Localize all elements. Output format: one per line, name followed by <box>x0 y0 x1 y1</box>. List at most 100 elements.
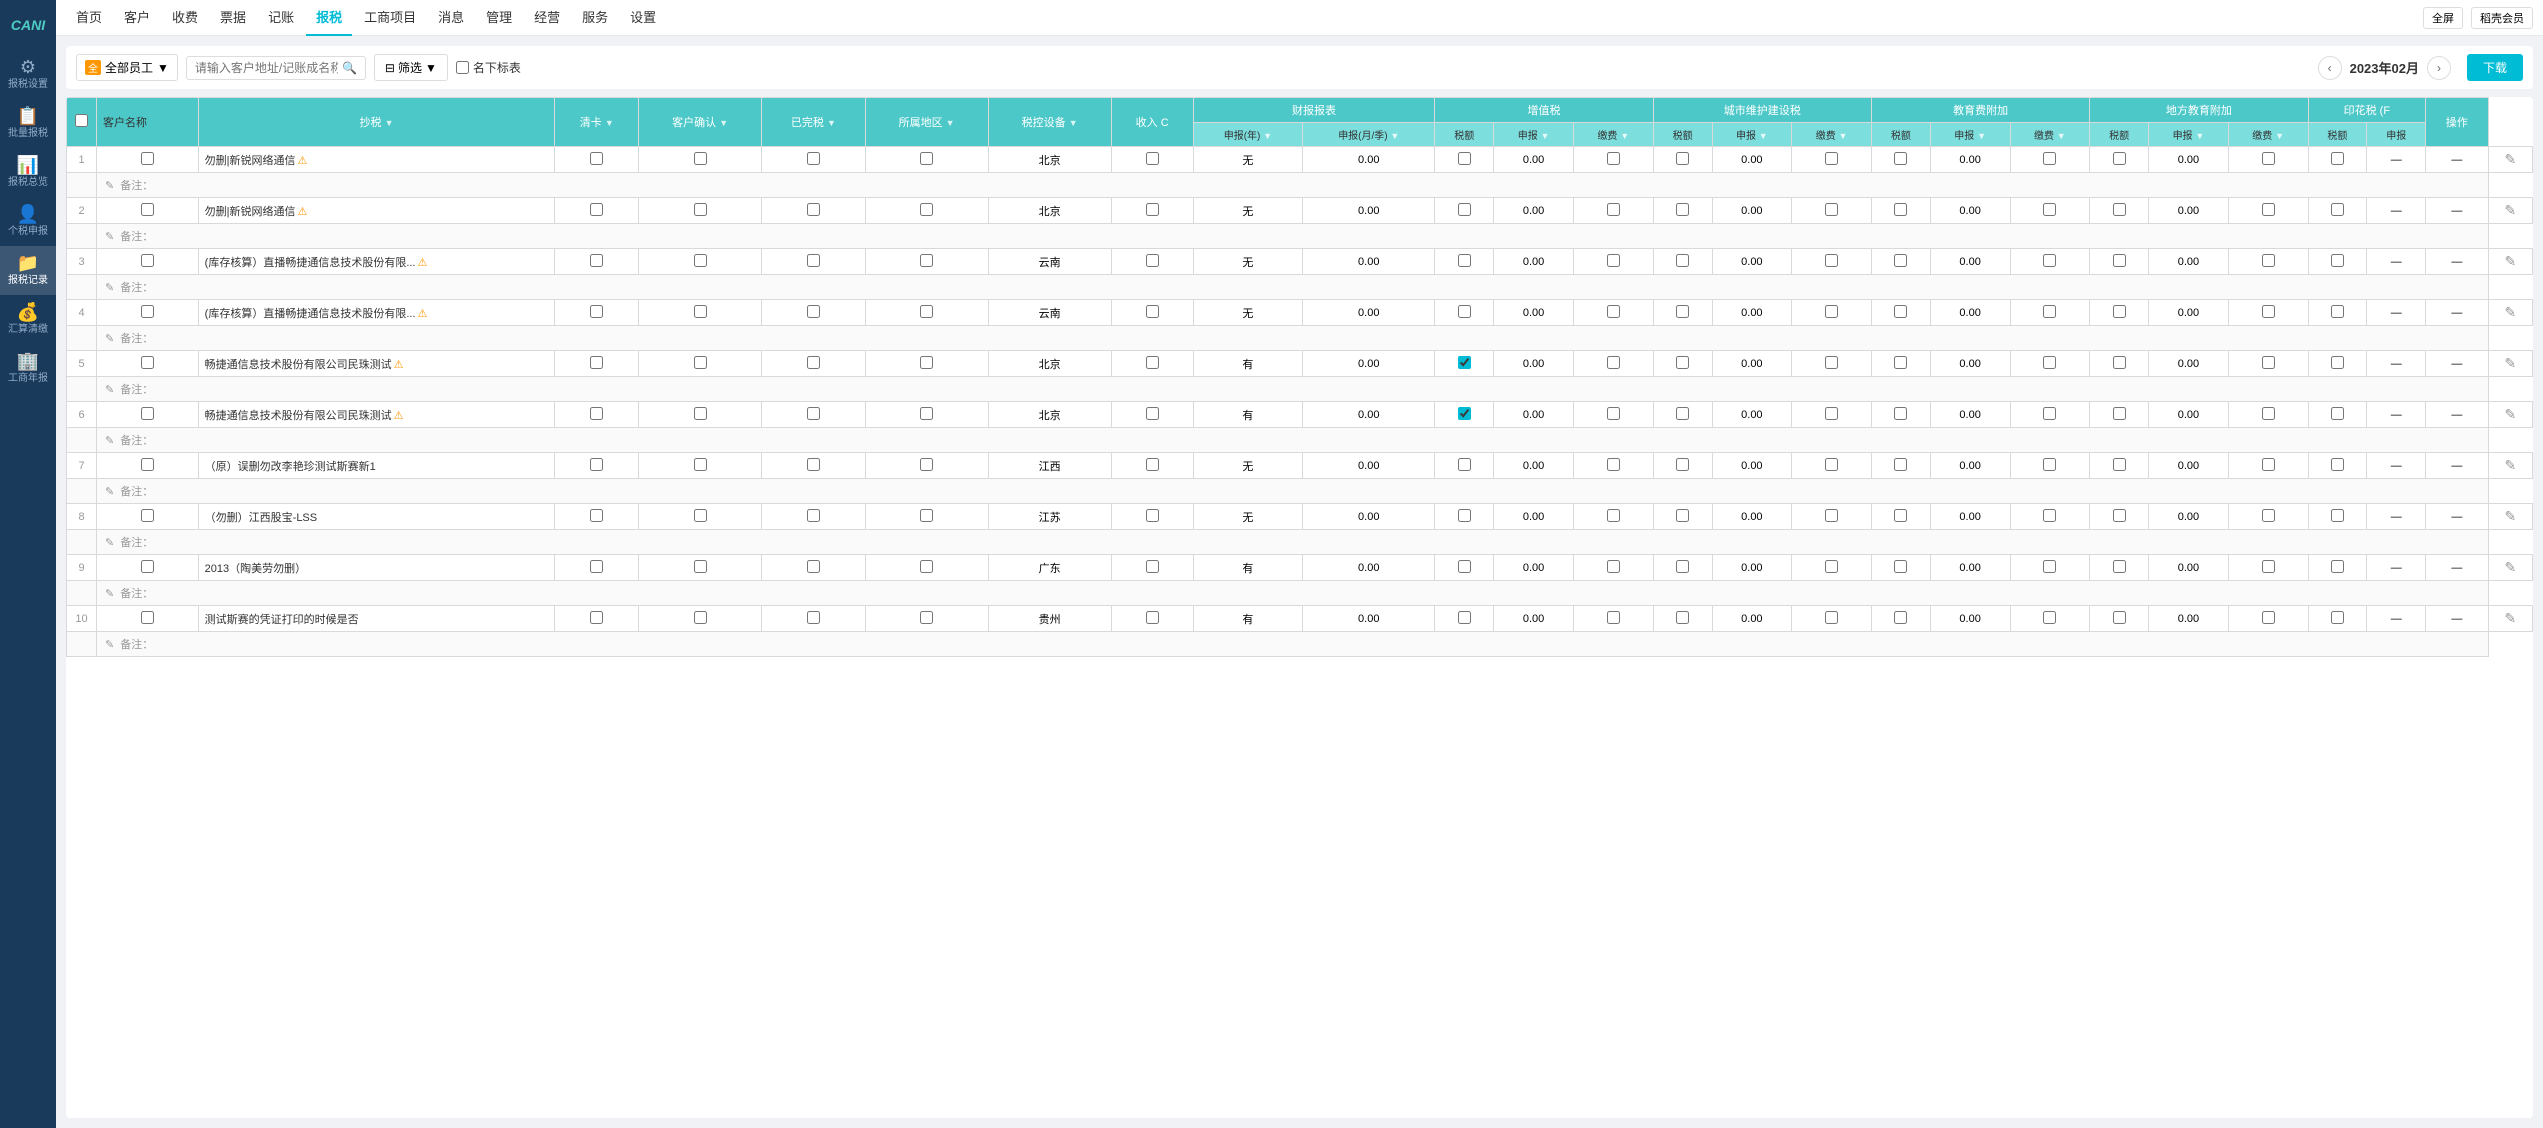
note-pencil-icon[interactable]: ✎ <box>105 333 114 345</box>
customer-name-cell: 勿删|新锐网络通信⚠ <box>198 147 555 173</box>
note-pencil-icon[interactable]: ✎ <box>105 639 114 651</box>
local-pay-cell <box>2308 555 2367 581</box>
row-select-checkbox[interactable] <box>141 611 154 624</box>
row-number: 4 <box>67 300 97 326</box>
sidebar-item-personal-tax[interactable]: 👤 个税申报 <box>0 197 56 246</box>
row-select-checkbox[interactable] <box>141 560 154 573</box>
vip-button[interactable]: 稻壳会员 <box>2471 7 2533 29</box>
sidebar-item-tax-records[interactable]: 📁 报税记录 <box>0 246 56 295</box>
note-pencil-icon[interactable]: ✎ <box>105 435 114 447</box>
row-select-checkbox[interactable] <box>141 152 154 165</box>
row-select-checkbox[interactable] <box>141 509 154 522</box>
city-amount-cell: 0.00 <box>1712 198 1792 224</box>
checkbox-label[interactable]: 名下标表 <box>456 59 521 76</box>
edit-icon[interactable]: ✎ <box>2504 355 2516 371</box>
nav-message[interactable]: 消息 <box>428 0 474 36</box>
nav-service[interactable]: 服务 <box>572 0 618 36</box>
row-number: 1 <box>67 147 97 173</box>
edu-pay-cell <box>2090 402 2149 428</box>
nav-operation[interactable]: 经营 <box>524 0 570 36</box>
note-pencil-icon[interactable]: ✎ <box>105 486 114 498</box>
edu-amount-cell: 0.00 <box>1930 249 2010 275</box>
nav-tax[interactable]: 报税 <box>306 0 352 36</box>
city-pay-cell <box>1871 453 1930 479</box>
value-cell: 0.00 <box>1303 249 1435 275</box>
city-declare-cell <box>1792 555 1872 581</box>
edit-icon[interactable]: ✎ <box>2504 202 2516 218</box>
income-cell: 无 <box>1193 198 1302 224</box>
th-city-declare: 申报 ▼ <box>1712 123 1792 147</box>
annual-declare-cell <box>1435 606 1494 632</box>
note-pencil-icon[interactable]: ✎ <box>105 180 114 192</box>
row-select-checkbox[interactable] <box>141 356 154 369</box>
row-select-checkbox[interactable] <box>141 407 154 420</box>
note-pencil-icon[interactable]: ✎ <box>105 282 114 294</box>
annual-declare-cell <box>1435 402 1494 428</box>
income-cell: 有 <box>1193 555 1302 581</box>
sidebar-item-batch-tax[interactable]: 📋 批量报税 <box>0 99 56 148</box>
nav-business[interactable]: 工商项目 <box>354 0 426 36</box>
city-pay-cell <box>1871 555 1930 581</box>
note-pencil-icon[interactable]: ✎ <box>105 537 114 549</box>
nav-home[interactable]: 首页 <box>66 0 112 36</box>
prev-month-button[interactable]: ‹ <box>2318 56 2342 80</box>
th-name: 客户名称 <box>97 98 199 147</box>
annual-declare-cell <box>1435 555 1494 581</box>
edit-icon[interactable]: ✎ <box>2504 508 2516 524</box>
nav-billing[interactable]: 收费 <box>162 0 208 36</box>
edit-icon[interactable]: ✎ <box>2504 253 2516 269</box>
nav-settings[interactable]: 设置 <box>620 0 666 36</box>
chaoshui-cell <box>555 555 639 581</box>
nav-accounting[interactable]: 记账 <box>258 0 304 36</box>
edit-icon[interactable]: ✎ <box>2504 610 2516 626</box>
main-area: 首页 客户 收费 票据 记账 报税 工商项目 消息 管理 经营 服务 设置 全屏… <box>56 0 2543 1128</box>
next-month-button[interactable]: › <box>2427 56 2451 80</box>
confirm-cell <box>762 606 865 632</box>
done-cell <box>865 504 988 530</box>
sidebar-item-tax-overview[interactable]: 📊 报税总览 <box>0 148 56 197</box>
table-row: 3 (库存核算）直播畅捷通信息技术股份有限...⚠ 云南 无 0.00 0.00… <box>67 249 2533 275</box>
city-declare-cell <box>1792 504 1872 530</box>
sidebar-item-annual-report[interactable]: 🏢 工商年报 <box>0 344 56 393</box>
row-select-checkbox[interactable] <box>141 203 154 216</box>
search-input[interactable] <box>195 61 338 75</box>
edit-icon[interactable]: ✎ <box>2504 559 2516 575</box>
income-cell: 有 <box>1193 351 1302 377</box>
filter-button[interactable]: ⊟ 筛选 ▼ <box>374 54 448 81</box>
note-row-num <box>67 479 97 504</box>
done-cell <box>865 555 988 581</box>
city-amount-cell: 0.00 <box>1712 504 1792 530</box>
qingka-cell <box>639 147 762 173</box>
nav-management[interactable]: 管理 <box>476 0 522 36</box>
row-checkbox-cell <box>97 504 199 530</box>
edu-amount-cell: 0.00 <box>1930 606 2010 632</box>
sidebar-label-tax-settings: 报税设置 <box>8 79 48 91</box>
vat-pay-cell <box>1653 504 1712 530</box>
edit-icon[interactable]: ✎ <box>2504 457 2516 473</box>
note-pencil-icon[interactable]: ✎ <box>105 588 114 600</box>
select-all-checkbox[interactable] <box>75 114 88 127</box>
fullscreen-button[interactable]: 全屏 <box>2423 7 2463 29</box>
note-pencil-icon[interactable]: ✎ <box>105 384 114 396</box>
employee-filter-select[interactable]: 全 全部员工 ▼ <box>76 54 178 81</box>
row-select-checkbox[interactable] <box>141 254 154 267</box>
qingka-cell <box>639 504 762 530</box>
edit-icon[interactable]: ✎ <box>2504 406 2516 422</box>
note-row-num <box>67 530 97 555</box>
qingka-cell <box>639 606 762 632</box>
named-table-checkbox[interactable] <box>456 61 469 74</box>
download-button[interactable]: 下载 <box>2467 54 2523 81</box>
tax-records-icon: 📁 <box>17 254 39 272</box>
row-select-checkbox[interactable] <box>141 305 154 318</box>
checkbox-text: 名下标表 <box>473 59 521 76</box>
toolbar: 全 全部员工 ▼ 🔍 ⊟ 筛选 ▼ 名下标表 ‹ 2023年02月 › <box>66 46 2533 89</box>
nav-invoice[interactable]: 票据 <box>210 0 256 36</box>
sidebar-item-annual-settlement[interactable]: 💰 汇算清缴 <box>0 295 56 344</box>
nav-customer[interactable]: 客户 <box>114 0 160 36</box>
row-select-checkbox[interactable] <box>141 458 154 471</box>
edit-icon[interactable]: ✎ <box>2504 304 2516 320</box>
edit-icon[interactable]: ✎ <box>2504 151 2516 167</box>
th-city-amount: 税额 <box>1653 123 1712 147</box>
sidebar-item-tax-settings[interactable]: ⚙ 报税设置 <box>0 50 56 99</box>
note-pencil-icon[interactable]: ✎ <box>105 231 114 243</box>
